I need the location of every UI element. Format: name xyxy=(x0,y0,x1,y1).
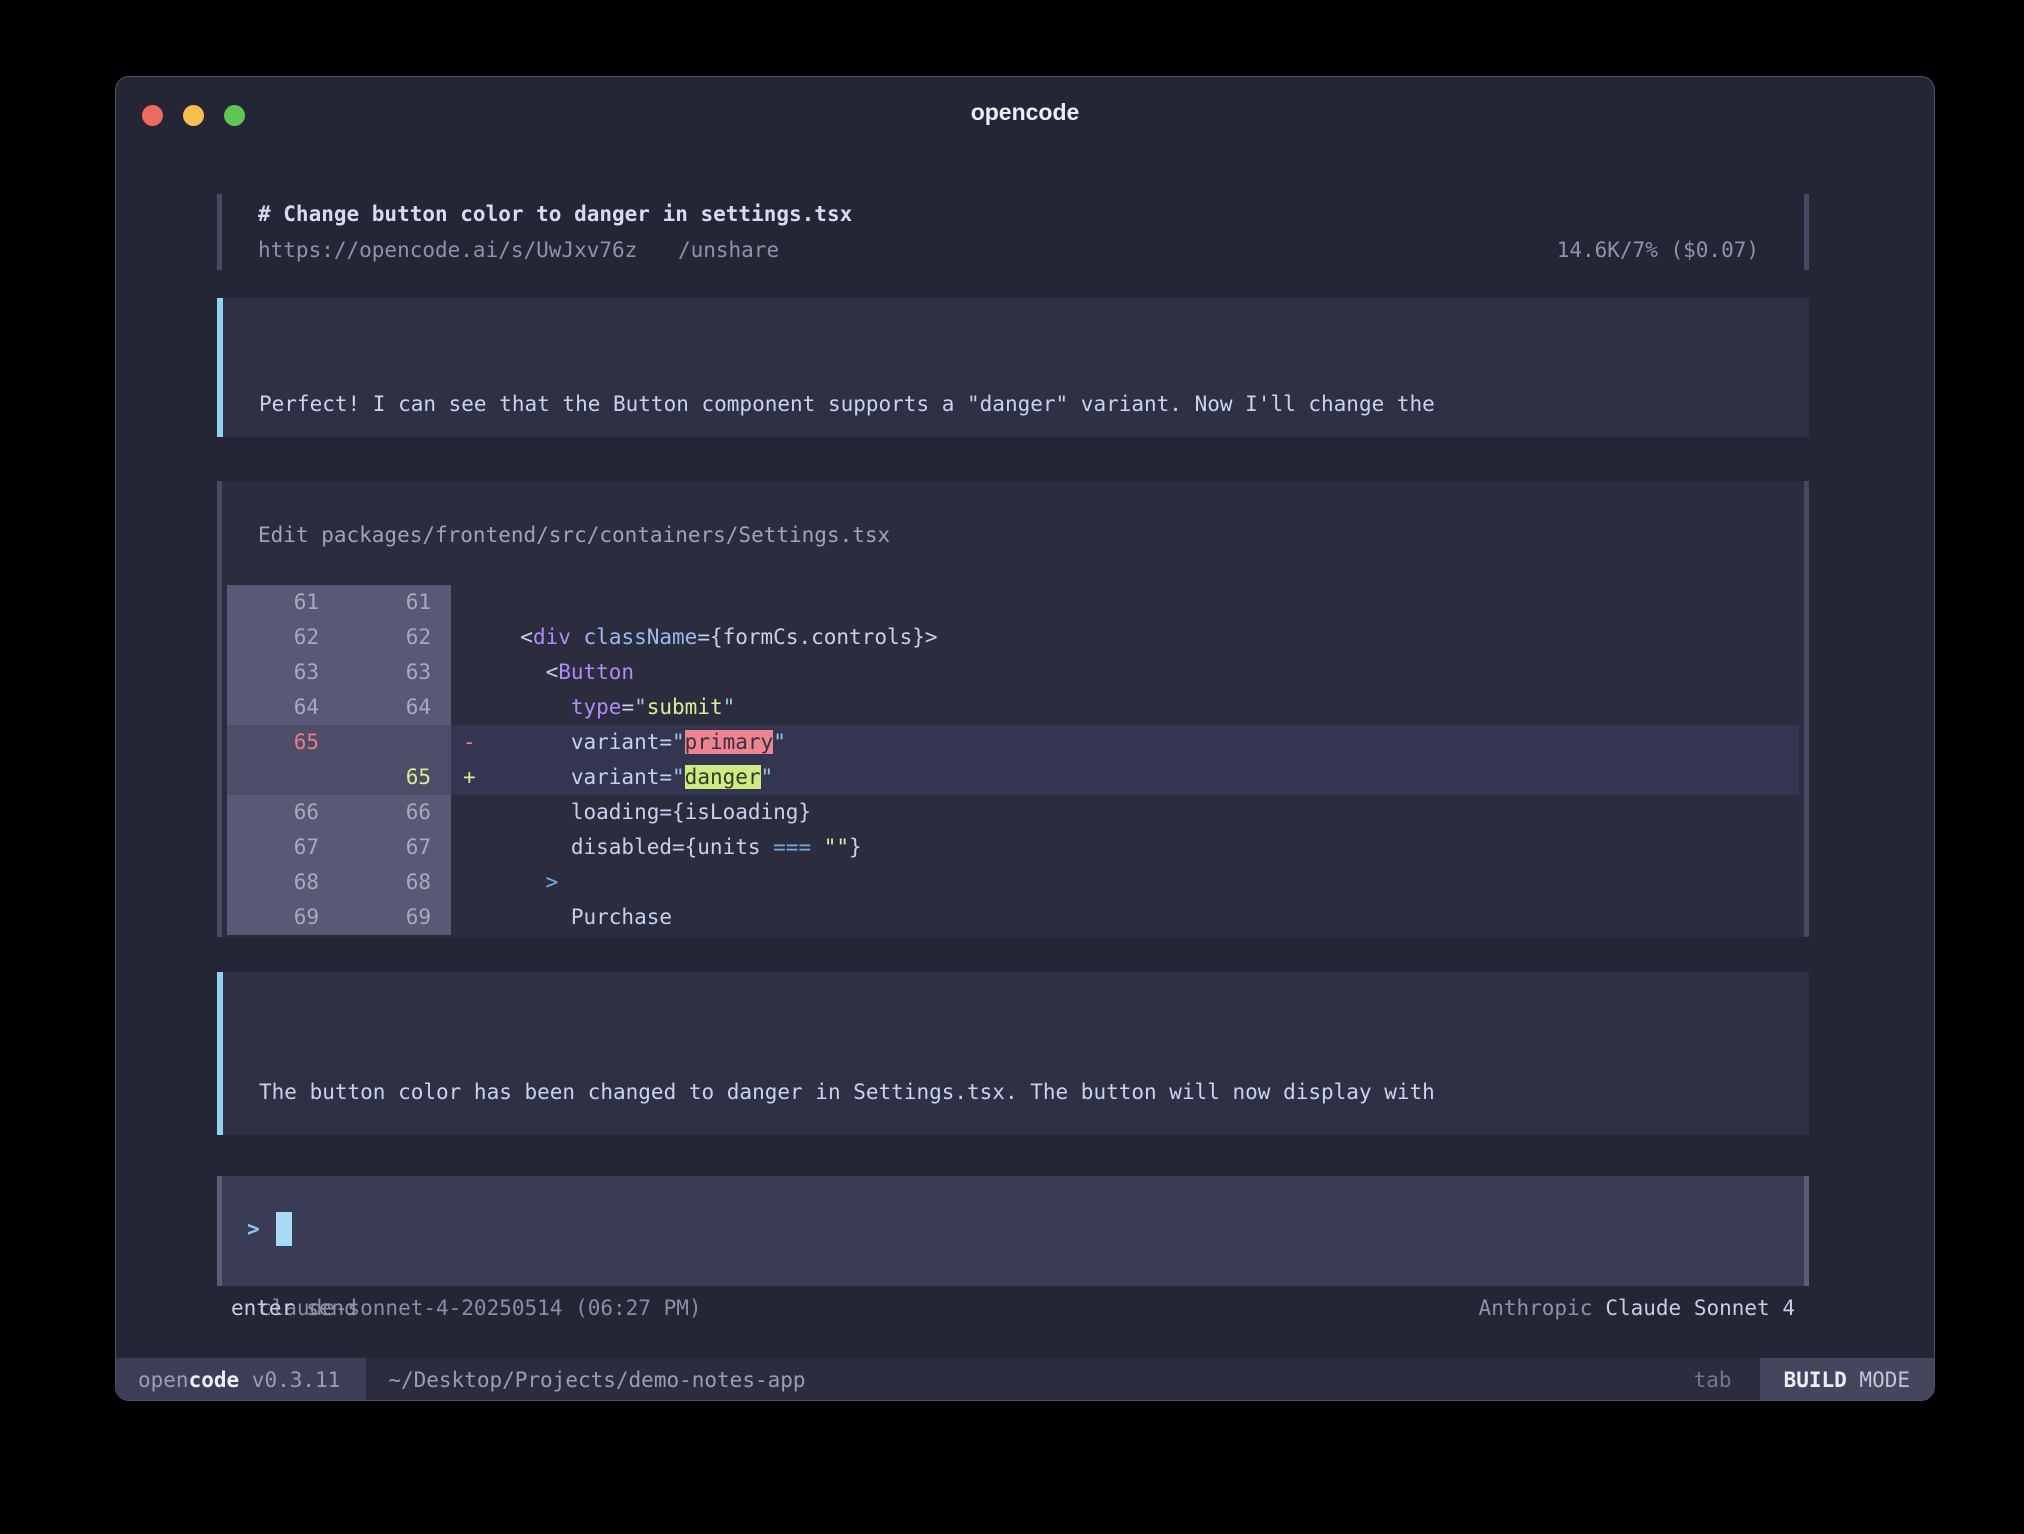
prompt-symbol: > xyxy=(247,1217,260,1241)
code-line: <Button xyxy=(485,655,634,690)
diff-marker xyxy=(451,690,485,725)
app-version: v0.3.11 xyxy=(239,1368,340,1392)
code-line: > xyxy=(485,865,558,900)
old-line-number: 65 xyxy=(227,725,339,760)
working-directory: ~/Desktop/Projects/demo-notes-app xyxy=(388,1368,805,1392)
diff-marker xyxy=(451,585,485,620)
mode-suffix: MODE xyxy=(1847,1368,1910,1392)
old-line-number: 64 xyxy=(227,690,339,725)
old-line-number: 61 xyxy=(227,585,339,620)
new-line-number: 68 xyxy=(339,865,451,900)
model-indicator: Anthropic Claude Sonnet 4 xyxy=(1479,1290,1795,1326)
mode-toggle[interactable]: BUILD MODE xyxy=(1760,1358,1934,1401)
code-line: loading={isLoading} xyxy=(485,795,811,830)
old-line-number xyxy=(227,760,339,795)
window-title: opencode xyxy=(116,99,1934,126)
new-line-number xyxy=(339,725,451,760)
share-url[interactable]: https://opencode.ai/s/UwJxv76z xyxy=(258,238,637,262)
session-title: # Change button color to danger in setti… xyxy=(258,196,1759,232)
desktop: { "window": { "title": "opencode" }, "he… xyxy=(0,0,2024,1534)
edit-tool-title: Edit packages/frontend/src/containers/Se… xyxy=(222,481,1804,551)
diff-marker xyxy=(451,655,485,690)
status-bar: opencode v0.3.11 ~/Desktop/Projects/demo… xyxy=(116,1358,1934,1401)
message-line: The button color has been changed to dan… xyxy=(259,1074,1809,1110)
code-line: type="submit" xyxy=(485,690,735,725)
new-line-number: 67 xyxy=(339,830,451,865)
code-line: variant="danger" xyxy=(485,760,773,795)
text-cursor xyxy=(276,1212,292,1246)
diff-row: 6262 <div className={formCs.controls}> xyxy=(227,620,1799,655)
key-hint-action: send xyxy=(306,1296,357,1320)
message-line: Perfect! I can see that the Button compo… xyxy=(259,386,1809,422)
app-name-code: code xyxy=(189,1368,240,1392)
code-line: Purchase xyxy=(485,900,672,935)
terminal-window: opencode # Change button color to danger… xyxy=(115,76,1935,1401)
diff-row: 6161 xyxy=(227,585,1799,620)
window-titlebar: opencode xyxy=(116,77,1934,147)
diff-row: 6363 <Button xyxy=(227,655,1799,690)
diff-row: 6767 disabled={units === ""} xyxy=(227,830,1799,865)
key-hint: enter send xyxy=(231,1290,357,1326)
app-name-open: open xyxy=(138,1368,189,1392)
code-line: disabled={units === ""} xyxy=(485,830,862,865)
diff-marker xyxy=(451,865,485,900)
old-line-number: 66 xyxy=(227,795,339,830)
session-header: # Change button color to danger in setti… xyxy=(217,194,1809,270)
token-usage: 14.6K/7% ($0.07) xyxy=(1557,232,1759,268)
diff-marker: - xyxy=(451,725,485,760)
old-line-number: 63 xyxy=(227,655,339,690)
unshare-command[interactable]: /unshare xyxy=(678,238,779,262)
input-footer: enter send Anthropic Claude Sonnet 4 xyxy=(217,1290,1809,1326)
code-line: variant="primary" xyxy=(485,725,786,760)
diff-marker xyxy=(451,830,485,865)
diff-marker xyxy=(451,900,485,935)
code-line: <div className={formCs.controls}> xyxy=(485,620,938,655)
diff-row: 6868 > xyxy=(227,865,1799,900)
diff-grid: 61616262 <div className={formCs.controls… xyxy=(227,585,1799,935)
key-hint-key: enter xyxy=(231,1296,294,1320)
share-url-group: https://opencode.ai/s/UwJxv76z /unshare xyxy=(258,232,779,268)
new-line-number: 61 xyxy=(339,585,451,620)
new-line-number: 63 xyxy=(339,655,451,690)
mode-name: BUILD xyxy=(1784,1368,1847,1392)
diff-marker: + xyxy=(451,760,485,795)
edit-tool-block: Edit packages/frontend/src/containers/Se… xyxy=(217,481,1809,937)
diff-marker xyxy=(451,620,485,655)
new-line-number: 66 xyxy=(339,795,451,830)
diff-row: 65+ variant="danger" xyxy=(227,760,1799,795)
assistant-message: The button color has been changed to dan… xyxy=(217,972,1809,1135)
app-version-badge: opencode v0.3.11 xyxy=(116,1358,366,1401)
diff-row: 6464 type="submit" xyxy=(227,690,1799,725)
diff-row: 6969 Purchase xyxy=(227,900,1799,935)
new-line-number: 65 xyxy=(339,760,451,795)
assistant-message: Perfect! I can see that the Button compo… xyxy=(217,298,1809,437)
old-line-number: 62 xyxy=(227,620,339,655)
diff-row: 6666 loading={isLoading} xyxy=(227,795,1799,830)
code-line xyxy=(485,585,495,620)
old-line-number: 67 xyxy=(227,830,339,865)
new-line-number: 64 xyxy=(339,690,451,725)
old-line-number: 68 xyxy=(227,865,339,900)
model-name: Claude Sonnet 4 xyxy=(1605,1296,1795,1320)
old-line-number: 69 xyxy=(227,900,339,935)
prompt-input[interactable]: > xyxy=(217,1176,1809,1286)
new-line-number: 69 xyxy=(339,900,451,935)
new-line-number: 62 xyxy=(339,620,451,655)
provider-name: Anthropic xyxy=(1479,1296,1593,1320)
diff-row: 65 - variant="primary" xyxy=(227,725,1799,760)
diff-marker xyxy=(451,795,485,830)
tab-key-hint: tab xyxy=(1694,1368,1732,1392)
